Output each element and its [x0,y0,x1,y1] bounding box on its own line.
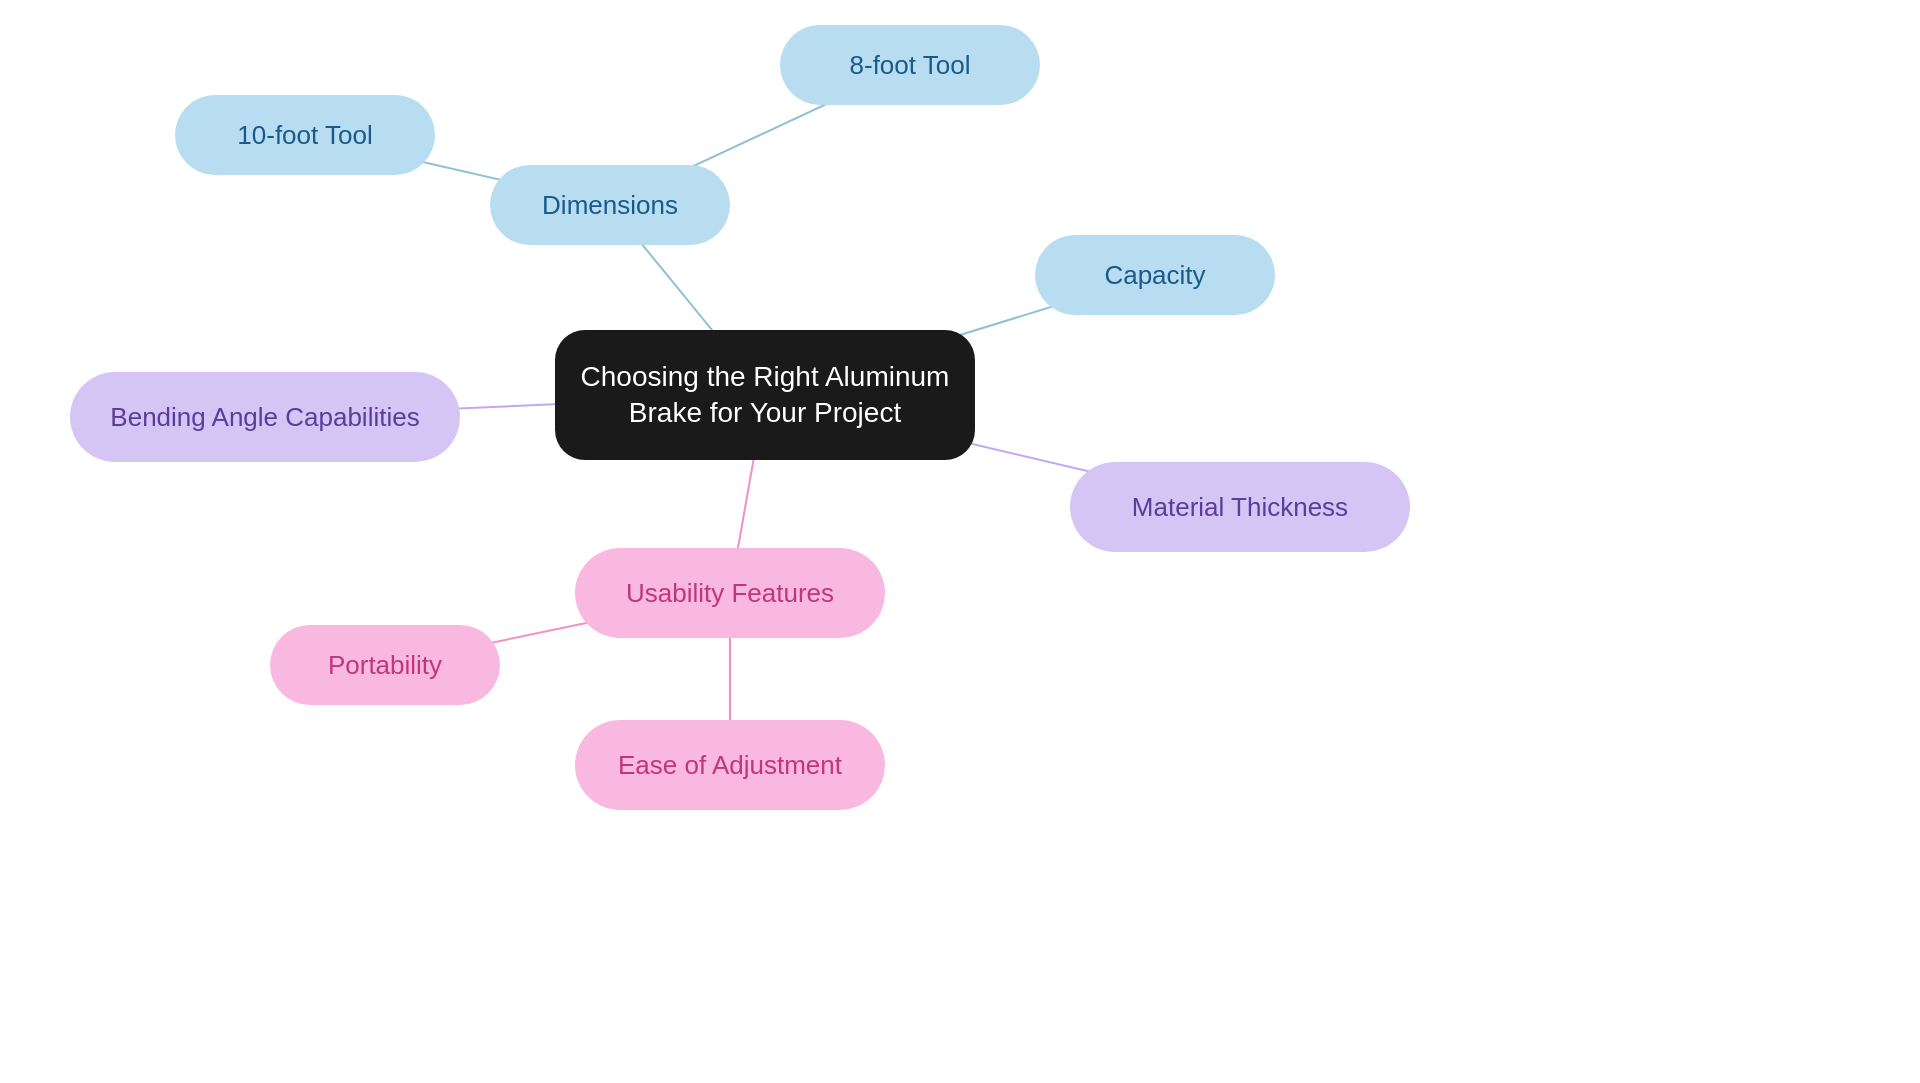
node-8foot-label: 8-foot Tool [850,50,971,81]
node-portability[interactable]: Portability [270,625,500,705]
node-usability[interactable]: Usability Features [575,548,885,638]
node-10foot[interactable]: 10-foot Tool [175,95,435,175]
center-node: Choosing the Right Aluminum Brake for Yo… [555,330,975,460]
node-dimensions[interactable]: Dimensions [490,165,730,245]
node-ease-label: Ease of Adjustment [618,750,842,781]
node-capacity-label: Capacity [1104,260,1205,291]
node-capacity[interactable]: Capacity [1035,235,1275,315]
node-10foot-label: 10-foot Tool [237,120,372,151]
center-label: Choosing the Right Aluminum Brake for Yo… [580,359,950,432]
node-portability-label: Portability [328,650,442,681]
node-material-label: Material Thickness [1132,492,1348,523]
node-bending-label: Bending Angle Capabilities [110,402,419,433]
node-material[interactable]: Material Thickness [1070,462,1410,552]
node-ease[interactable]: Ease of Adjustment [575,720,885,810]
node-8foot[interactable]: 8-foot Tool [780,25,1040,105]
node-dimensions-label: Dimensions [542,190,678,221]
node-bending[interactable]: Bending Angle Capabilities [70,372,460,462]
node-usability-label: Usability Features [626,578,834,609]
